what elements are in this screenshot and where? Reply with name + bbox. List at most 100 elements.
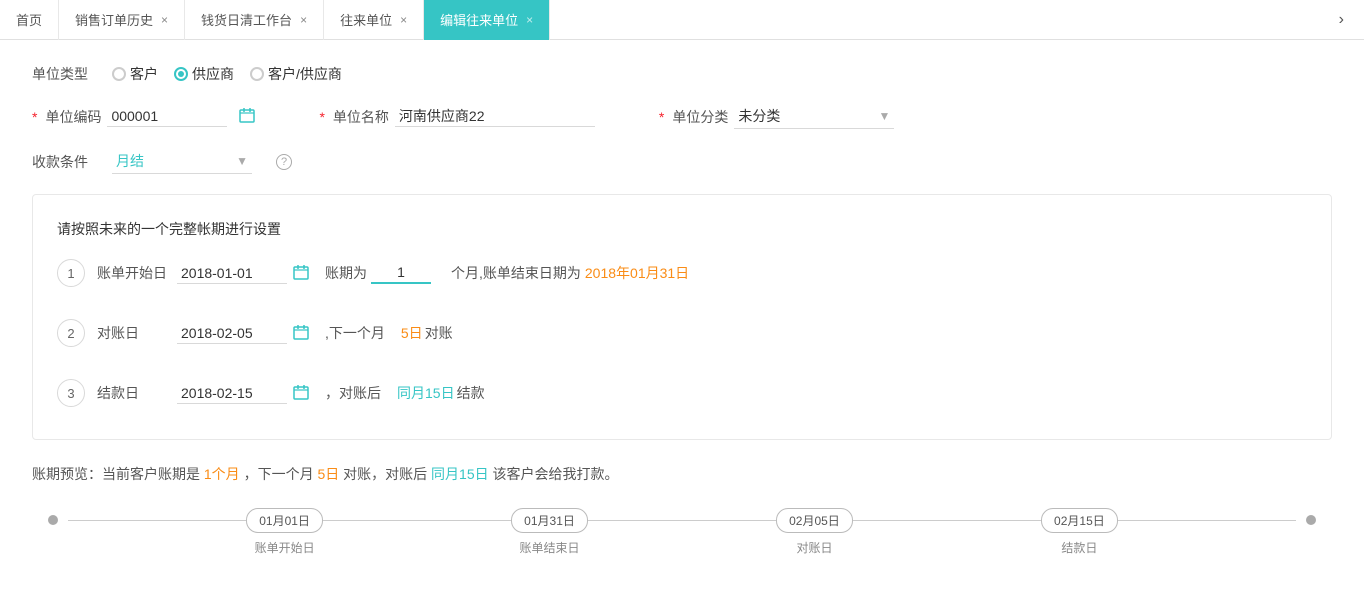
radio-customer-supplier[interactable]: 客户/供应商 — [250, 64, 342, 84]
preview-reconcile-day: 5日 — [317, 466, 339, 482]
tab-sales-order-history[interactable]: 销售订单历史 × — [59, 0, 185, 40]
timeline-badge-1: 01月01日 — [246, 508, 323, 533]
step-3-calendar-icon[interactable] — [293, 384, 309, 403]
preview-text: 账期预览：当前客户账期是 1个月 ，下一个月 5日 对账，对账后 同月15日 该… — [32, 464, 1332, 484]
step-1-desc-suffix: 个月,账单结束日期为 — [451, 263, 581, 283]
preview-mid: ，下一个月 — [244, 466, 314, 482]
timeline-right-circle — [1306, 515, 1316, 525]
card-title: 请按照未来的一个完整帐期进行设置 — [57, 219, 1307, 239]
timeline-badge-2: 01月31日 — [511, 508, 588, 533]
unit-code-field: * 单位编码 — [32, 106, 255, 127]
step-1-desc-prefix: 账期为 — [325, 263, 367, 283]
radio-customer-circle — [112, 67, 126, 81]
step-3-desc-suffix: 结款 — [457, 383, 485, 403]
timeline-badge-3: 02月05日 — [776, 508, 853, 533]
radio-customer[interactable]: 客户 — [112, 64, 158, 84]
radio-customer-supplier-circle — [250, 67, 264, 81]
unit-name-field: * 单位名称 — [319, 106, 594, 127]
step-num-2: 2 — [57, 319, 85, 347]
tab-cash-label: 钱货日清工作台 — [201, 10, 292, 29]
radio-supplier-circle — [174, 67, 188, 81]
payment-cond-label: 收款条件 — [32, 152, 88, 172]
radio-group-unit-type: 客户 供应商 客户/供应商 — [112, 64, 342, 84]
step-label-1: 账单开始日 — [97, 263, 177, 283]
timeline-label-1: 账单开始日 — [255, 539, 315, 556]
step-1-calendar-icon[interactable] — [293, 264, 309, 283]
step-num-1: 1 — [57, 259, 85, 287]
close-cash-tab-icon[interactable]: × — [300, 13, 307, 27]
unit-code-label: 单位编码 — [45, 107, 101, 127]
payment-cond-arrow-icon: ▼ — [236, 154, 248, 168]
payment-cond-select[interactable]: 月结 ▼ — [112, 149, 252, 174]
radio-customer-supplier-label: 客户/供应商 — [268, 64, 342, 84]
step-label-2: 对账日 — [97, 323, 177, 343]
preview-pay-day: 同月15日 — [431, 466, 489, 482]
timeline-label-4: 结款日 — [1061, 539, 1097, 556]
unit-code-name-row: * 单位编码 * 单位名称 * 单位分类 未分类 ▼ — [32, 104, 1332, 129]
preview-mid2: 对账，对账后 — [343, 466, 427, 482]
tab-edit-partner-label: 编辑往来单位 — [440, 10, 518, 29]
unit-class-value: 未分类 — [738, 106, 780, 126]
step-3-date-input[interactable] — [177, 383, 287, 404]
tab-partner-label: 往来单位 — [340, 10, 392, 29]
unit-class-label: 单位分类 — [672, 107, 728, 127]
preview-period: 1个月 — [204, 466, 240, 482]
timeline-badge-4: 02月15日 — [1041, 508, 1118, 533]
required-star-code: * — [32, 109, 37, 125]
tab-more-button[interactable]: › — [1327, 11, 1356, 29]
timeline-left-dot — [48, 508, 58, 525]
radio-customer-label: 客户 — [130, 64, 158, 84]
unit-class-field: * 单位分类 未分类 ▼ — [659, 104, 894, 129]
tab-home[interactable]: 首页 — [8, 0, 59, 40]
preview-prefix: 账期预览：当前客户账期是 — [32, 466, 200, 482]
period-input[interactable] — [371, 262, 431, 284]
timeline-node-1: 01月01日 账单开始日 — [246, 508, 323, 556]
step-2-calendar-icon[interactable] — [293, 324, 309, 343]
unit-type-row: 单位类型 客户 供应商 客户/供应商 — [32, 64, 1332, 84]
radio-supplier[interactable]: 供应商 — [174, 64, 234, 84]
step-num-3: 3 — [57, 379, 85, 407]
radio-supplier-label: 供应商 — [192, 64, 234, 84]
step-row-3: 3 结款日 ，对账后 同月15日 结款 — [57, 379, 1307, 407]
timeline-label-3: 对账日 — [796, 539, 832, 556]
payment-cond-value: 月结 — [116, 151, 144, 171]
step-2-date-input[interactable] — [177, 323, 287, 344]
step-1-date-input[interactable] — [177, 263, 287, 284]
close-partner-tab-icon[interactable]: × — [400, 13, 407, 27]
unit-class-select[interactable]: 未分类 ▼ — [734, 104, 894, 129]
step-3-desc-prefix: ，对账后 — [325, 383, 381, 403]
timeline-node-2: 01月31日 账单结束日 — [511, 508, 588, 556]
tab-sales-label: 销售订单历史 — [75, 10, 153, 29]
payment-cond-help-icon[interactable]: ? — [276, 154, 292, 170]
payment-cond-row: 收款条件 月结 ▼ ? — [32, 149, 1332, 174]
step-2-desc-suffix: 对账 — [425, 323, 453, 343]
timeline-node-4: 02月15日 结款日 — [1041, 508, 1118, 556]
unit-type-label: 单位类型 — [32, 64, 88, 84]
close-edit-partner-tab-icon[interactable]: × — [526, 13, 533, 27]
tab-home-label: 首页 — [16, 10, 42, 29]
unit-code-input[interactable] — [107, 106, 227, 127]
settings-card: 请按照未来的一个完整帐期进行设置 1 账单开始日 账期为 个月,账单结束日期为 … — [32, 194, 1332, 440]
step-1-end-date: 2018年01月31日 — [585, 263, 689, 283]
step-3-highlight: 同月15日 — [397, 383, 455, 403]
unit-name-input[interactable] — [395, 106, 595, 127]
timeline-nodes: 01月01日 账单开始日 01月31日 账单结束日 02月05日 对账日 02月… — [48, 508, 1316, 556]
tab-cash-work[interactable]: 钱货日清工作台 × — [185, 0, 324, 40]
timeline-container: 01月01日 账单开始日 01月31日 账单结束日 02月05日 对账日 02月… — [32, 508, 1332, 556]
step-row-2: 2 对账日 ,下一个月 5日 对账 — [57, 319, 1307, 347]
step-2-desc-prefix: ,下一个月 — [325, 323, 385, 343]
close-sales-tab-icon[interactable]: × — [161, 13, 168, 27]
calendar-code-icon[interactable] — [239, 107, 255, 126]
timeline-label-2: 账单结束日 — [520, 539, 580, 556]
main-content: 单位类型 客户 供应商 客户/供应商 * 单位编码 — [0, 40, 1364, 608]
timeline-left-circle — [48, 515, 58, 525]
preview-section: 账期预览：当前客户账期是 1个月 ，下一个月 5日 对账，对账后 同月15日 该… — [32, 464, 1332, 556]
required-star-class: * — [659, 109, 664, 125]
step-label-3: 结款日 — [97, 383, 177, 403]
step-2-highlight: 5日 — [401, 323, 423, 343]
preview-suffix: 该客户会给我打款。 — [493, 466, 619, 482]
tab-partner[interactable]: 往来单位 × — [324, 0, 424, 40]
tab-edit-partner[interactable]: 编辑往来单位 × — [424, 0, 550, 40]
unit-class-arrow-icon: ▼ — [878, 109, 890, 123]
timeline-node-3: 02月05日 对账日 — [776, 508, 853, 556]
